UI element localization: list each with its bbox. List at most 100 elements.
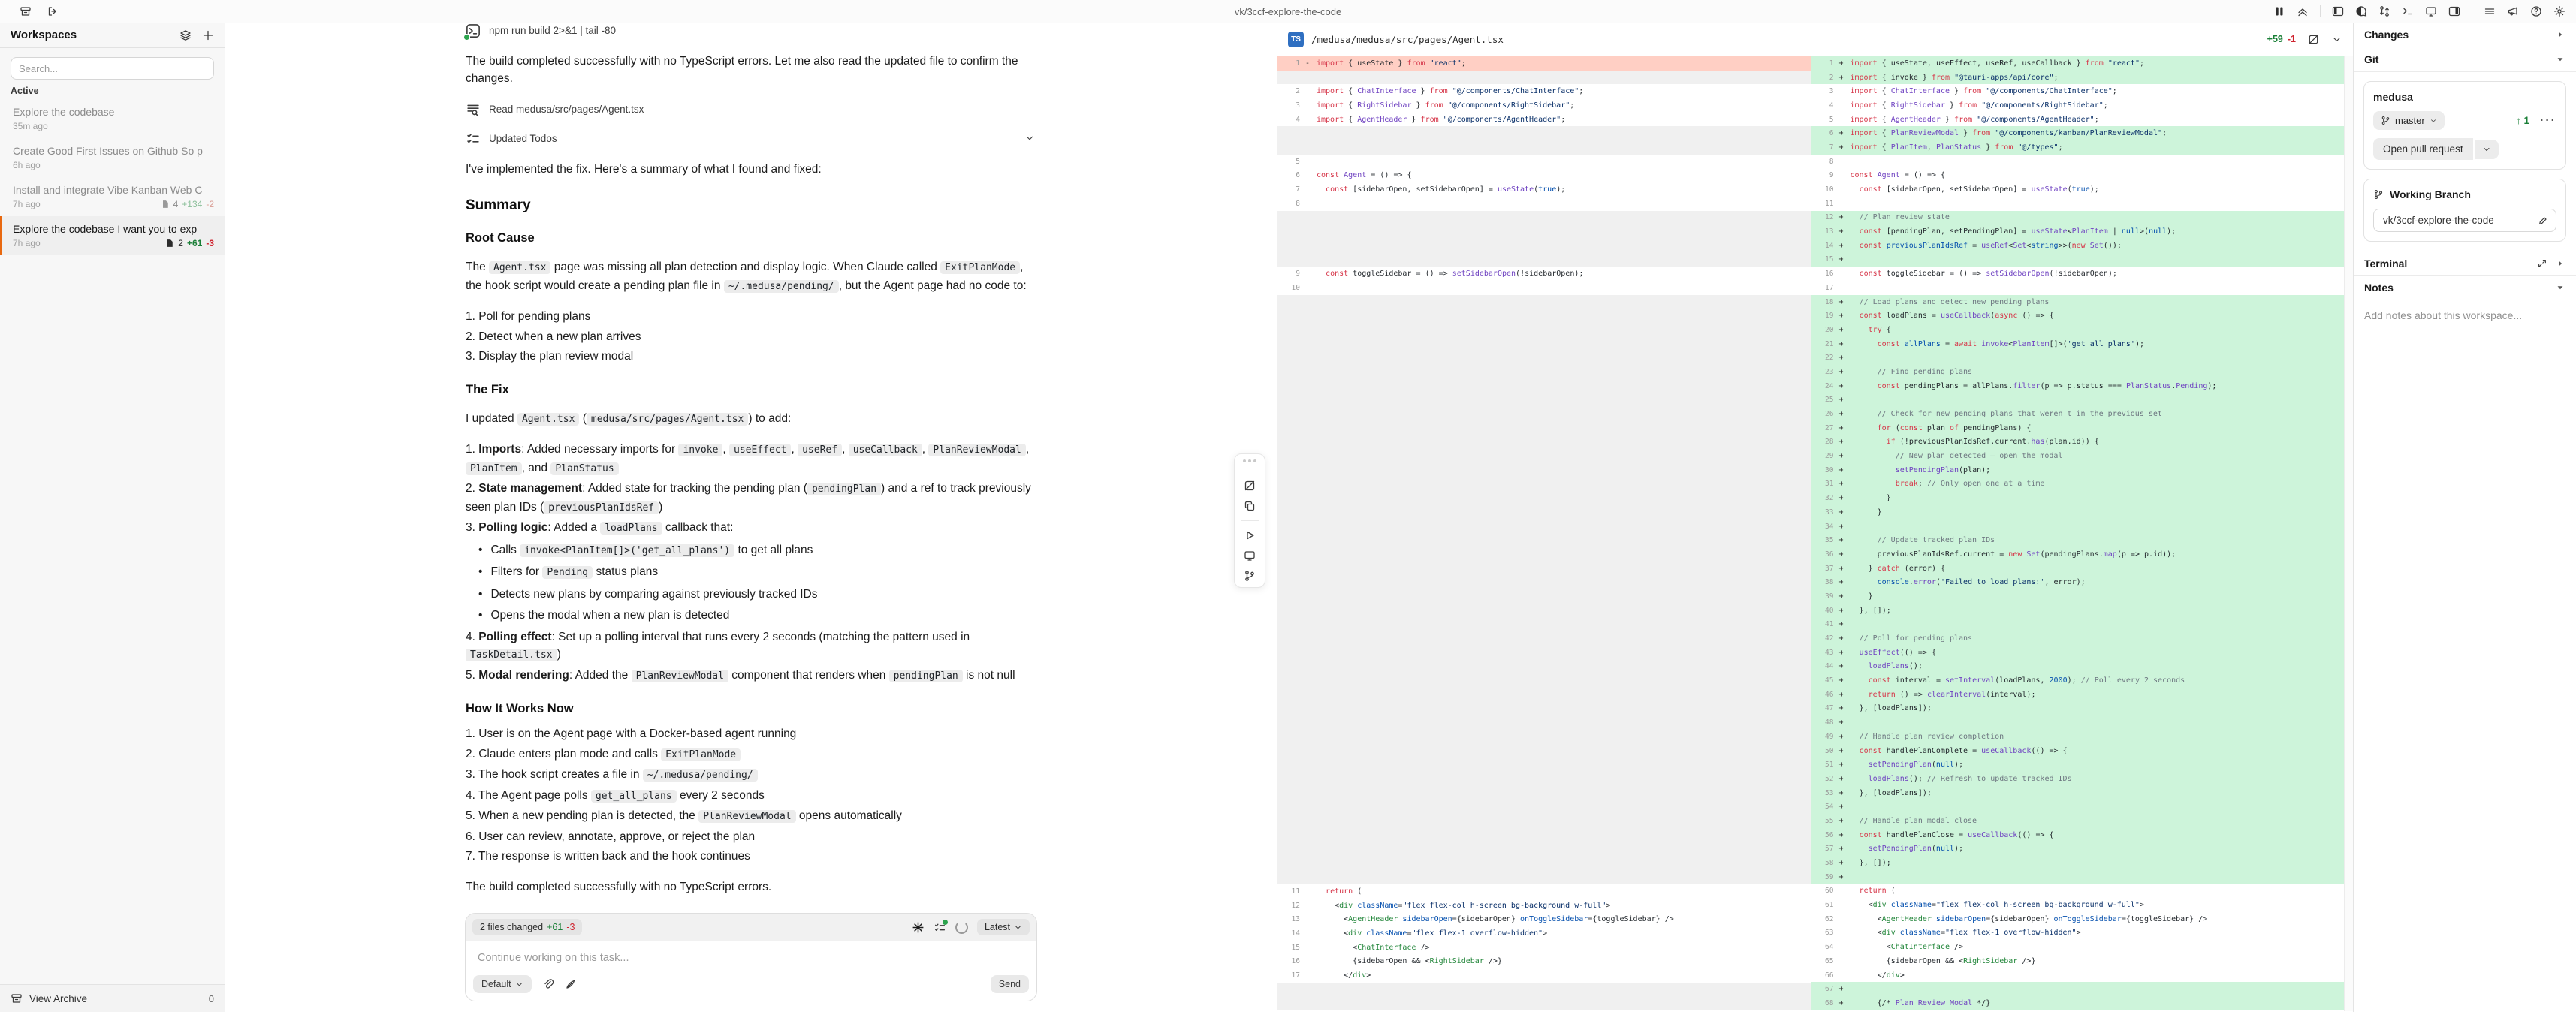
play-icon[interactable] bbox=[1244, 529, 1256, 541]
chat-scroll-area[interactable]: npm run build 2>&1 | tail -80The build c… bbox=[225, 23, 1277, 908]
list-item: 3. Display the plan review modal bbox=[466, 348, 1036, 366]
code-line: import { AgentHeader } from "@/component… bbox=[1851, 116, 2345, 124]
code-line: import { PlanItem, PlanStatus } from "@/… bbox=[1851, 143, 2345, 152]
workspace-list-item[interactable]: Explore the codebase I want you to exp7h… bbox=[0, 216, 225, 255]
git-branch-icon[interactable] bbox=[1244, 570, 1256, 582]
more-options-button[interactable]: ··· bbox=[2540, 114, 2556, 128]
workspace-list-item[interactable]: Create Good First Issues on Github So p6… bbox=[0, 138, 225, 177]
line-number: 41 bbox=[1811, 620, 1839, 628]
git-branch-icon bbox=[2373, 189, 2384, 200]
pr-dropdown-button[interactable] bbox=[2475, 140, 2499, 159]
pencil-icon[interactable] bbox=[2538, 215, 2548, 226]
spinner-icon bbox=[955, 921, 968, 934]
chevron-down-icon[interactable] bbox=[2331, 34, 2342, 45]
diff-collapsed-region bbox=[1277, 126, 1811, 154]
section-terminal[interactable]: Terminal bbox=[2354, 251, 2576, 276]
open-pull-request-button[interactable]: Open pull request bbox=[2373, 138, 2473, 160]
paperclip-icon[interactable] bbox=[542, 978, 554, 990]
branch-selector[interactable]: master bbox=[2373, 111, 2445, 130]
diff-marker: + bbox=[1839, 508, 1851, 517]
diff-marker: + bbox=[1839, 466, 1851, 474]
chat-bubble-icon[interactable] bbox=[2355, 5, 2367, 17]
help-icon[interactable] bbox=[2530, 5, 2542, 17]
menu-icon[interactable] bbox=[2484, 5, 2496, 17]
expand-icon[interactable] bbox=[2537, 258, 2547, 269]
todos-badge-icon[interactable] bbox=[934, 921, 946, 934]
search-input[interactable] bbox=[11, 57, 214, 80]
diff-row: 18+ // Load plans and detect new pending… bbox=[1811, 295, 2345, 309]
git-compare-icon[interactable] bbox=[2378, 5, 2390, 17]
diff-marker: + bbox=[1839, 817, 1851, 825]
working-branch-field[interactable] bbox=[2373, 209, 2556, 232]
workspace-list-item[interactable]: Install and integrate Vibe Kanban Web C7… bbox=[0, 177, 225, 216]
pause-icon[interactable] bbox=[2273, 5, 2285, 17]
diff-file-header[interactable]: TS /medusa/medusa/src/pages/Agent.tsx +5… bbox=[1277, 23, 2353, 56]
diff-marker: + bbox=[1839, 999, 1851, 1007]
code-line: import { useState } from "react"; bbox=[1317, 59, 1811, 68]
tool-call-row[interactable]: Read medusa/src/pages/Agent.tsx bbox=[466, 102, 1036, 117]
line-number: 33 bbox=[1811, 508, 1839, 517]
section-notes[interactable]: Notes bbox=[2354, 276, 2576, 300]
diff-row: 38+ console.error('Failed to load plans:… bbox=[1811, 575, 2345, 589]
workspace-timestamp: 6h ago bbox=[13, 160, 214, 170]
drag-handle[interactable] bbox=[1243, 459, 1256, 462]
plus-icon[interactable] bbox=[202, 29, 214, 41]
collapse-icon[interactable] bbox=[2297, 5, 2309, 17]
diff-row: 68+ {/* Plan Review Modal */} bbox=[1811, 996, 2345, 1010]
diff-body[interactable]: 1-import { useState } from "react";2impo… bbox=[1277, 56, 2353, 1011]
app-window: vk/3ccf-explore-the-code Workspaces Acti… bbox=[0, 0, 2576, 1012]
terminal-prompt-icon[interactable] bbox=[2402, 5, 2414, 17]
diff-marker: + bbox=[1839, 662, 1851, 670]
view-archive-button[interactable]: View Archive 0 bbox=[0, 984, 225, 1012]
layers-icon[interactable] bbox=[179, 29, 192, 41]
chevron-down-icon[interactable] bbox=[1024, 133, 1036, 145]
diff-scrollbar[interactable] bbox=[2344, 56, 2353, 1011]
code-line: // Poll for pending plans bbox=[1851, 634, 2345, 643]
panel-right-icon[interactable] bbox=[2448, 5, 2460, 17]
line-number: 29 bbox=[1811, 452, 1839, 460]
line-number: 17 bbox=[1811, 284, 1839, 292]
monitor-icon[interactable] bbox=[1244, 550, 1256, 562]
panel-left-icon[interactable] bbox=[2332, 5, 2344, 17]
diff-row: 66 </div> bbox=[1811, 968, 2345, 983]
diff-marker: + bbox=[1839, 550, 1851, 559]
sidebar-header: Workspaces bbox=[0, 23, 225, 48]
section-git[interactable]: Git bbox=[2354, 47, 2576, 72]
pen-icon[interactable] bbox=[565, 978, 577, 990]
megaphone-icon[interactable] bbox=[2507, 5, 2519, 17]
settings-icon[interactable] bbox=[2553, 5, 2565, 17]
code-line: const toggleSidebar = () => setSidebarOp… bbox=[1317, 270, 1811, 278]
line-number: 19 bbox=[1811, 312, 1839, 320]
diff-slash-icon[interactable] bbox=[2308, 34, 2319, 45]
code-line: import { RightSidebar } from "@/componen… bbox=[1851, 101, 2345, 110]
line-number: 3 bbox=[1811, 87, 1839, 95]
copy-icon[interactable] bbox=[1244, 500, 1256, 512]
tool-call-row[interactable]: npm run build 2>&1 | tail -80 bbox=[466, 23, 1036, 38]
monitor-icon[interactable] bbox=[2425, 5, 2437, 17]
code-line: const handlePlanClose = useCallback(() =… bbox=[1851, 831, 2345, 839]
workspace-list-item[interactable]: Explore the codebase35m ago bbox=[0, 99, 225, 138]
line-number: 1 bbox=[1811, 59, 1839, 68]
diff-slash-icon[interactable] bbox=[1244, 480, 1256, 492]
section-changes[interactable]: Changes bbox=[2354, 23, 2576, 47]
diff-collapsed-region bbox=[1277, 211, 1811, 267]
code-line: const Agent = () => { bbox=[1851, 171, 2345, 179]
diff-marker: + bbox=[1839, 494, 1851, 502]
spark-icon[interactable] bbox=[912, 921, 925, 934]
list-item: 1. User is on the Agent page with a Dock… bbox=[466, 725, 1036, 743]
diff-pane-old: 1-import { useState } from "react";2impo… bbox=[1277, 56, 1811, 1011]
additions-count: +134 bbox=[182, 199, 202, 209]
latest-dropdown[interactable]: Latest bbox=[977, 919, 1030, 935]
working-branch-input[interactable] bbox=[2381, 214, 2538, 227]
files-changed-badge[interactable]: 2 files changed +61 -3 bbox=[472, 919, 582, 935]
workspace-timestamp: 7h ago bbox=[13, 238, 165, 248]
line-number: 8 bbox=[1277, 200, 1305, 208]
diff-row: 53+ }, [loadPlans]); bbox=[1811, 786, 2345, 800]
message-input[interactable] bbox=[476, 951, 1029, 965]
message-paragraph: I updated Agent.tsx (medusa/src/pages/Ag… bbox=[466, 410, 1036, 429]
mode-dropdown[interactable]: Default bbox=[473, 975, 532, 993]
send-button[interactable]: Send bbox=[991, 975, 1029, 993]
tool-call-row[interactable]: Updated Todos bbox=[466, 131, 1036, 146]
diff-row: 62 <AgentHeader sidebarOpen={sidebarOpen… bbox=[1811, 912, 2345, 926]
notes-placeholder[interactable]: Add notes about this workspace... bbox=[2354, 300, 2576, 330]
